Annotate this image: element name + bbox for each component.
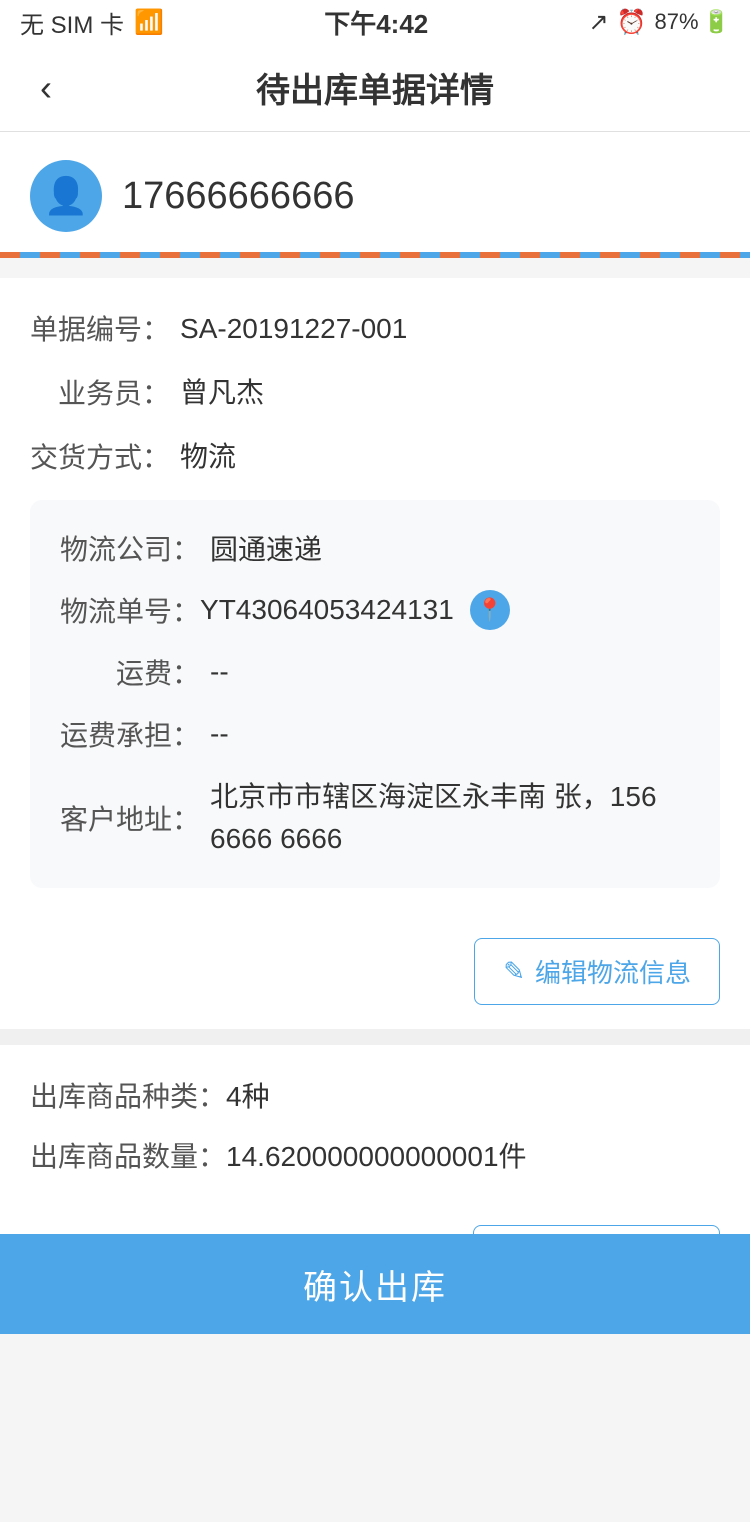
sales-person-value: 曾凡杰 xyxy=(170,372,720,414)
dashed-divider xyxy=(0,252,750,258)
goods-section: 出库商品种类： 4种 出库商品数量： 14.620000000000001件 xyxy=(0,1045,750,1215)
status-left: 无 SIM 卡 📶 xyxy=(20,5,164,40)
nav-bar: ‹ 待出库单据详情 xyxy=(0,44,750,132)
goods-type-value: 4种 xyxy=(226,1075,270,1115)
document-number-row: 单据编号： SA-20191227-001 xyxy=(30,308,720,350)
goods-type-row: 出库商品种类： 4种 xyxy=(30,1075,720,1115)
wifi-icon: 📶 xyxy=(134,8,164,37)
confirm-btn-text: 确认出库 xyxy=(303,1260,447,1309)
edit-logistics-label: 编辑物流信息 xyxy=(535,953,691,990)
freight-row: 运费： -- xyxy=(60,652,690,692)
freight-value: -- xyxy=(200,656,690,688)
customer-header: 👤 17666666666 xyxy=(0,132,750,252)
avatar: 👤 xyxy=(30,160,102,232)
tracking-number-row: 物流单号： YT43064053424131 📍 xyxy=(60,590,690,630)
section-divider xyxy=(0,1029,750,1045)
edit-logistics-button[interactable]: ✎ 编辑物流信息 xyxy=(474,938,720,1005)
avatar-icon: 👤 xyxy=(44,175,89,217)
tracking-number-label: 物流单号： xyxy=(60,590,200,630)
status-right: ↗ ⏰ 87% 🔋 xyxy=(589,8,730,37)
tracking-number-value: YT43064053424131 xyxy=(200,594,454,626)
status-bar: 无 SIM 卡 📶 下午4:42 ↗ ⏰ 87% 🔋 xyxy=(0,0,750,44)
delivery-method-label: 交货方式： xyxy=(30,436,170,476)
confirm-btn-bar[interactable]: 确认出库 xyxy=(0,1234,750,1334)
tracking-number-container: YT43064053424131 📍 xyxy=(200,590,510,630)
freight-label: 运费： xyxy=(60,652,200,692)
battery-icon: 🔋 xyxy=(703,9,730,35)
alarm-icon: ⏰ xyxy=(617,8,647,37)
logistics-company-row: 物流公司： 圆通速递 xyxy=(60,528,690,568)
goods-quantity-label: 出库商品数量： xyxy=(30,1135,226,1175)
address-value: 北京市市辖区海淀区永丰南 张，156 6666 6666 xyxy=(200,776,690,860)
freight-bearer-row: 运费承担： -- xyxy=(60,714,690,754)
address-row: 客户地址： 北京市市辖区海淀区永丰南 张，156 6666 6666 xyxy=(60,776,690,860)
status-time: 下午4:42 xyxy=(324,4,428,41)
freight-bearer-value: -- xyxy=(200,718,690,750)
freight-bearer-label: 运费承担： xyxy=(60,714,200,754)
page-title: 待出库单据详情 xyxy=(256,63,494,112)
document-number-value: SA-20191227-001 xyxy=(170,308,720,350)
bottom-space xyxy=(0,1322,750,1522)
back-button[interactable]: ‹ xyxy=(30,57,62,119)
logistics-card: 物流公司： 圆通速递 物流单号： YT43064053424131 📍 运费： … xyxy=(30,500,720,888)
logistics-company-label: 物流公司： xyxy=(60,528,200,568)
customer-phone: 17666666666 xyxy=(122,175,354,218)
battery-indicator: 87% 🔋 xyxy=(655,9,730,35)
document-number-label: 单据编号： xyxy=(30,308,170,348)
carrier-label: 无 SIM 卡 xyxy=(20,5,124,40)
battery-percent: 87% xyxy=(655,9,699,35)
order-info-section: 单据编号： SA-20191227-001 业务员： 曾凡杰 交货方式： 物流 … xyxy=(0,278,750,918)
edit-logistics-section: ✎ 编辑物流信息 xyxy=(0,918,750,1029)
edit-logistics-icon: ✎ xyxy=(503,956,525,987)
delivery-method-row: 交货方式： 物流 xyxy=(30,436,720,478)
location-icon: ↗ xyxy=(589,8,609,37)
address-label: 客户地址： xyxy=(60,798,200,838)
sales-person-label: 业务员： xyxy=(30,372,170,412)
goods-quantity-value: 14.620000000000001件 xyxy=(226,1135,527,1175)
delivery-method-value: 物流 xyxy=(170,436,720,478)
logistics-company-value: 圆通速递 xyxy=(200,528,690,568)
goods-type-label: 出库商品种类： xyxy=(30,1075,226,1115)
tracking-location-icon[interactable]: 📍 xyxy=(470,590,510,630)
sales-person-row: 业务员： 曾凡杰 xyxy=(30,372,720,414)
goods-quantity-row: 出库商品数量： 14.620000000000001件 xyxy=(30,1135,720,1175)
